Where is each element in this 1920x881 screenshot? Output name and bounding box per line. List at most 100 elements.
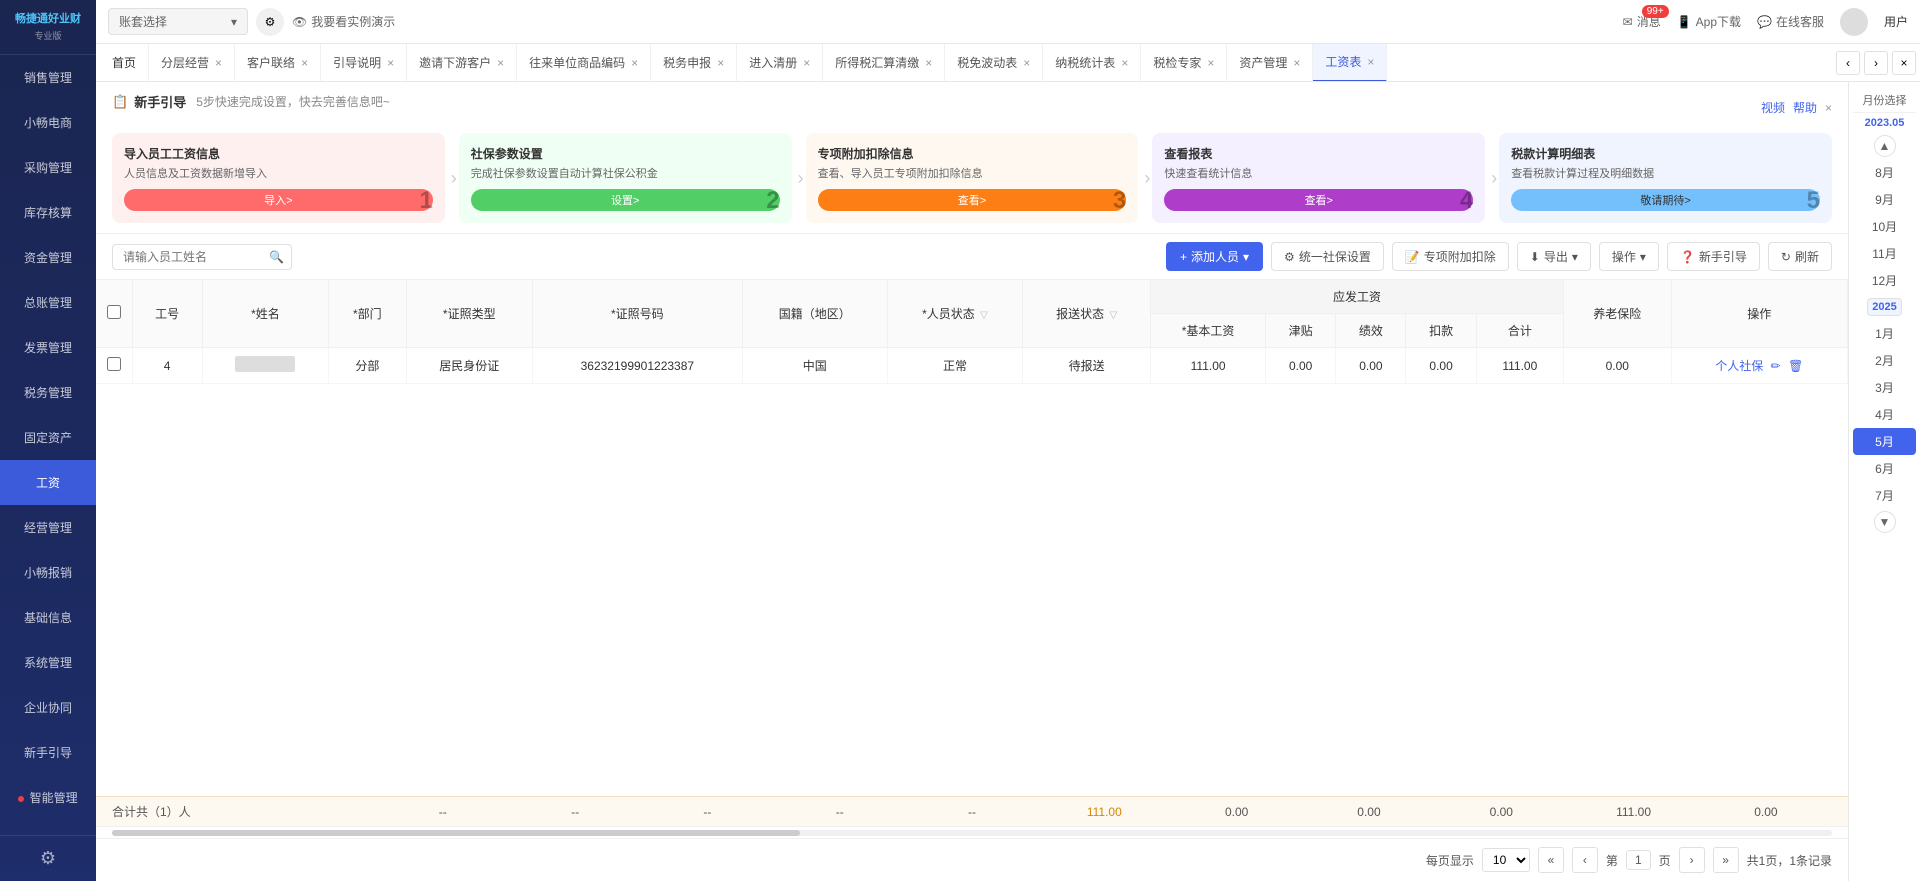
per-page-select[interactable]: 10 20 50	[1482, 848, 1530, 872]
month-item-8[interactable]: 8月	[1853, 159, 1916, 186]
tab-partition[interactable]: 分层经营 ×	[149, 44, 235, 82]
sidebar-item-system[interactable]: 系统管理	[0, 640, 96, 685]
sidebar-item-purchase[interactable]: 采购管理	[0, 145, 96, 190]
step-2-btn[interactable]: 设置>	[471, 189, 780, 211]
tab-close-icon[interactable]: ×	[497, 56, 504, 70]
refresh-button[interactable]: ↻ 刷新	[1768, 242, 1832, 271]
tab-tax-exempt[interactable]: 税免波动表 ×	[945, 44, 1043, 82]
tab-invite[interactable]: 邀请下游客户 ×	[407, 44, 517, 82]
tab-tax-report[interactable]: 税务申报 ×	[651, 44, 737, 82]
month-nav-up[interactable]: ▲	[1874, 135, 1896, 157]
sidebar-item-ecommerce[interactable]: 小畅电商	[0, 100, 96, 145]
tab-close-icon[interactable]: ×	[803, 56, 810, 70]
sidebar-item-invoice[interactable]: 发票管理	[0, 325, 96, 370]
guide-close-icon[interactable]: ×	[1825, 101, 1832, 115]
sidebar-item-marketing[interactable]: 小畅报销	[0, 550, 96, 595]
tab-close-icon[interactable]: ×	[717, 56, 724, 70]
step-4-btn[interactable]: 查看>	[1164, 189, 1473, 211]
tab-prev-btn[interactable]: ‹	[1836, 51, 1860, 75]
month-item-11[interactable]: 11月	[1853, 240, 1916, 267]
month-item-9[interactable]: 9月	[1853, 186, 1916, 213]
app-download-btn[interactable]: 📱 App下载	[1677, 13, 1741, 30]
sidebar-item-inventory[interactable]: 库存核算	[0, 190, 96, 235]
sidebar-item-operations[interactable]: 经营管理	[0, 505, 96, 550]
social-settings-button[interactable]: ⚙ 统一社保设置	[1271, 242, 1384, 271]
month-nav-down[interactable]: ▼	[1874, 511, 1896, 533]
tab-close-icon[interactable]: ×	[215, 56, 222, 70]
online-service-btn[interactable]: 💬 在线客服	[1757, 13, 1824, 30]
sidebar-item-general-ledger[interactable]: 总账管理	[0, 280, 96, 325]
search-box[interactable]: 🔍	[112, 244, 292, 270]
month-item-3[interactable]: 3月	[1853, 374, 1916, 401]
account-selector[interactable]: 账套选择 ▾	[108, 8, 248, 35]
guide-button[interactable]: ❓ 新手引导	[1667, 242, 1760, 271]
tab-home[interactable]: 首页	[100, 44, 149, 82]
tab-close-icon[interactable]: ×	[925, 56, 932, 70]
year-label[interactable]: 2025	[1867, 298, 1901, 316]
tab-wages[interactable]: 工资表 ×	[1313, 44, 1387, 82]
op-social-btn[interactable]: 个人社保	[1715, 359, 1763, 373]
tab-close-icon[interactable]: ×	[631, 56, 638, 70]
user-avatar[interactable]	[1840, 8, 1868, 36]
first-page-btn[interactable]: «	[1538, 847, 1564, 873]
scroll-track[interactable]	[112, 830, 1832, 836]
month-item-12[interactable]: 12月	[1853, 267, 1916, 294]
sidebar-item-basic[interactable]: 基础信息	[0, 595, 96, 640]
sidebar-item-wages[interactable]: 工资	[0, 460, 96, 505]
operate-button[interactable]: 操作 ▾	[1599, 242, 1659, 271]
tab-tax-calc[interactable]: 所得税汇算清缴 ×	[823, 44, 945, 82]
month-item-7[interactable]: 7月	[1853, 482, 1916, 509]
last-page-btn[interactable]: »	[1713, 847, 1739, 873]
tab-goods-code[interactable]: 往来单位商品编码 ×	[517, 44, 651, 82]
step-1-btn[interactable]: 导入>	[124, 189, 433, 211]
tab-next-btn[interactable]: ›	[1864, 51, 1888, 75]
sidebar-item-sales[interactable]: 销售管理	[0, 55, 96, 100]
tab-tax-stats[interactable]: 纳税统计表 ×	[1043, 44, 1141, 82]
month-item-5[interactable]: 5月	[1853, 428, 1916, 455]
tab-clear[interactable]: 进入清册 ×	[737, 44, 823, 82]
step-3-btn[interactable]: 查看>	[818, 189, 1127, 211]
settings-icon[interactable]: ⚙	[4, 848, 92, 869]
tab-assets[interactable]: 资产管理 ×	[1227, 44, 1313, 82]
tab-guide[interactable]: 引导说明 ×	[321, 44, 407, 82]
tab-close-icon[interactable]: ×	[301, 56, 308, 70]
add-person-button[interactable]: + 添加人员 ▾	[1166, 242, 1263, 271]
op-delete-btn[interactable]: 🗑	[1788, 359, 1803, 373]
sidebar-item-smart[interactable]: 智能管理	[0, 775, 96, 820]
tab-close-icon[interactable]: ×	[1207, 56, 1214, 70]
search-input[interactable]	[123, 250, 263, 264]
tab-tax-expert[interactable]: 税检专家 ×	[1141, 44, 1227, 82]
select-all-checkbox[interactable]	[107, 305, 121, 319]
step-5-btn[interactable]: 敬请期待>	[1511, 189, 1820, 211]
next-page-btn[interactable]: ›	[1679, 847, 1705, 873]
op-edit-btn[interactable]: ✏	[1771, 359, 1781, 373]
filter-icon[interactable]: ▽	[980, 310, 988, 321]
tab-close-all-btn[interactable]: ×	[1892, 51, 1916, 75]
sidebar-item-newbie[interactable]: 新手引导	[0, 730, 96, 775]
month-item-4[interactable]: 4月	[1853, 401, 1916, 428]
row-checkbox[interactable]	[107, 357, 121, 371]
month-item-6[interactable]: 6月	[1853, 455, 1916, 482]
help-link[interactable]: 帮助	[1793, 99, 1817, 116]
export-button[interactable]: ⬇ 导出 ▾	[1517, 242, 1591, 271]
month-item-10[interactable]: 10月	[1853, 213, 1916, 240]
sidebar-item-partner[interactable]: 企业协同	[0, 685, 96, 730]
tab-close-icon[interactable]: ×	[387, 56, 394, 70]
month-item-2[interactable]: 2月	[1853, 347, 1916, 374]
topbar-settings-btn[interactable]: ⚙	[256, 8, 284, 36]
search-icon[interactable]: 🔍	[269, 250, 284, 264]
scroll-thumb[interactable]	[112, 830, 800, 836]
video-link[interactable]: 视频	[1761, 99, 1785, 116]
sidebar-item-finance[interactable]: 资金管理	[0, 235, 96, 280]
tab-close-icon[interactable]: ×	[1293, 56, 1300, 70]
tab-close-icon[interactable]: ×	[1023, 56, 1030, 70]
demo-link[interactable]: 👁 我要看实例演示	[292, 13, 395, 30]
tab-customer[interactable]: 客户联络 ×	[235, 44, 321, 82]
sidebar-item-tax[interactable]: 税务管理	[0, 370, 96, 415]
special-deduction-button[interactable]: 📝 专项附加扣除	[1392, 242, 1509, 271]
tab-close-icon[interactable]: ×	[1367, 55, 1374, 69]
sidebar-item-assets[interactable]: 固定资产	[0, 415, 96, 460]
prev-page-btn[interactable]: ‹	[1572, 847, 1598, 873]
month-item-1[interactable]: 1月	[1853, 320, 1916, 347]
tab-close-icon[interactable]: ×	[1121, 56, 1128, 70]
